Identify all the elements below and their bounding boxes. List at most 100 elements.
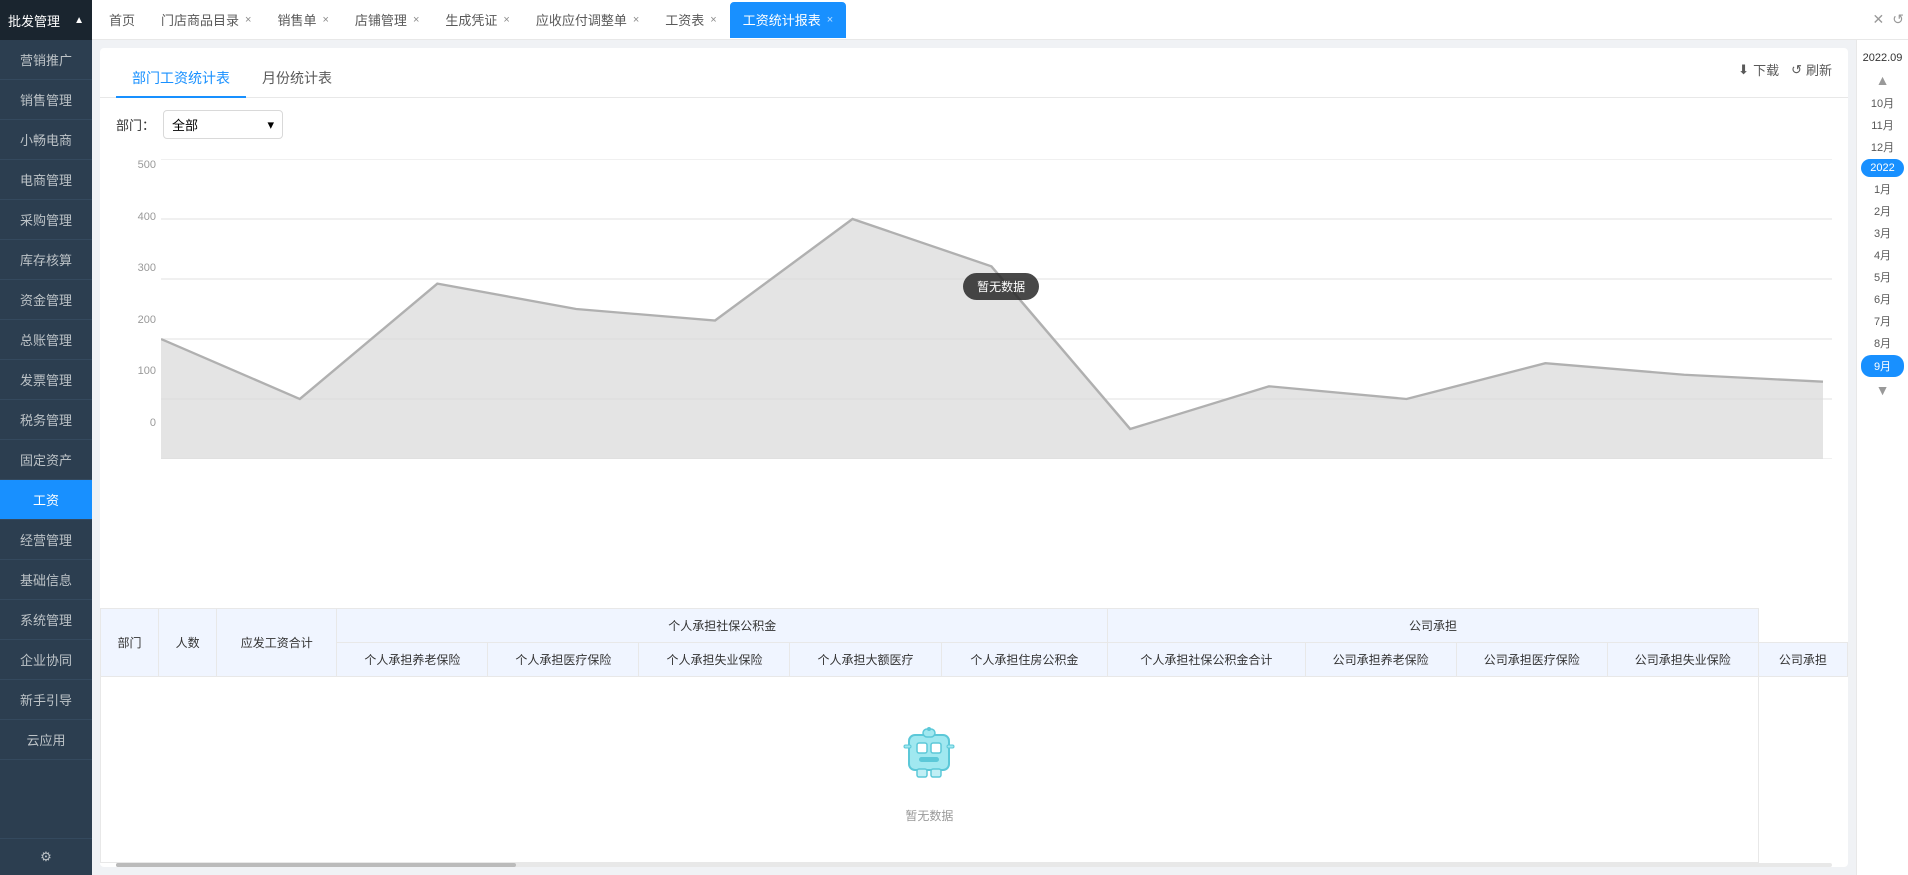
th-total-salary: 应发工资合计: [217, 609, 337, 677]
department-select[interactable]: 全部 ▾: [163, 110, 283, 139]
tab-label: 门店商品目录: [161, 10, 239, 29]
sidebar-item-采购管理[interactable]: 采购管理: [0, 200, 92, 240]
chart-tooltip-text: 暂无数据: [977, 280, 1025, 294]
sidebar-item-总账管理[interactable]: 总账管理: [0, 320, 92, 360]
tab-生成凭证[interactable]: 生成凭证 ×: [432, 2, 522, 38]
scrollbar-thumb: [116, 863, 516, 867]
timeline-up-arrow[interactable]: ▲: [1876, 68, 1890, 92]
th-company-other: 公司承担: [1758, 643, 1847, 677]
refresh-button[interactable]: ↺ 刷新: [1791, 60, 1832, 79]
tab-close-btn[interactable]: ×: [503, 14, 509, 26]
sidebar-item-税务管理[interactable]: 税务管理: [0, 400, 92, 440]
sidebar-item-发票管理[interactable]: 发票管理: [0, 360, 92, 400]
sidebar-item-基础信息[interactable]: 基础信息: [0, 560, 92, 600]
timeline-current-label: 2022.09: [1857, 48, 1908, 68]
timeline-item-7月[interactable]: 7月: [1857, 310, 1908, 332]
tab-close-btn[interactable]: ×: [413, 14, 419, 26]
tab-close-btn[interactable]: ×: [322, 14, 328, 26]
th-personal-unemployment: 个人承担失业保险: [639, 643, 790, 677]
timeline-item-2月[interactable]: 2月: [1857, 200, 1908, 222]
tab-应收应付调整单[interactable]: 应收应付调整单 ×: [523, 2, 652, 38]
th-personal-medical: 个人承担医疗保险: [488, 643, 639, 677]
main-area: 首页门店商品目录×销售单×店铺管理×生成凭证×应收应付调整单×工资表×工资统计报…: [92, 0, 1908, 875]
sidebar-item-云应用[interactable]: 云应用: [0, 720, 92, 760]
chart-inner: 暂无数据: [161, 159, 1832, 459]
y-label-100: 100: [116, 365, 156, 377]
tab-close-btn[interactable]: ×: [633, 14, 639, 26]
timeline-item-11月[interactable]: 11月: [1857, 114, 1908, 136]
sidebar-item-企业协同[interactable]: 企业协同: [0, 640, 92, 680]
timeline-item-10月[interactable]: 10月: [1857, 92, 1908, 114]
chart-tooltip: 暂无数据: [963, 273, 1039, 300]
sub-tab-部门工资统计表[interactable]: 部门工资统计表: [116, 60, 246, 98]
sidebar-item-营销推广[interactable]: 营销推广: [0, 40, 92, 80]
timeline-items: 10月11月12月20221月2月3月4月5月6月7月8月9月: [1857, 92, 1908, 378]
sidebar-item-系统管理[interactable]: 系统管理: [0, 600, 92, 640]
timeline-item-5月[interactable]: 5月: [1857, 266, 1908, 288]
timeline-item-12月[interactable]: 12月: [1857, 136, 1908, 158]
sidebar-item-新手引导[interactable]: 新手引导: [0, 680, 92, 720]
sidebar-header[interactable]: 批发管理 ▲: [0, 0, 92, 40]
th-company-medical: 公司承担医疗保险: [1456, 643, 1607, 677]
download-button[interactable]: ⬇ 下载: [1738, 60, 1779, 79]
timeline-down-arrow[interactable]: ▼: [1876, 378, 1890, 402]
filter-row: 部门： 全部 ▾: [100, 98, 1848, 151]
sub-tab-月份统计表[interactable]: 月份统计表: [246, 60, 348, 98]
tab-首页[interactable]: 首页: [96, 2, 148, 38]
sub-tabs: 部门工资统计表月份统计表 ⬇ 下载 ↺ 刷新: [100, 48, 1848, 98]
scrollbar[interactable]: [116, 863, 1832, 867]
sidebar-item-资金管理[interactable]: 资金管理: [0, 280, 92, 320]
content-wrapper: 部门工资统计表月份统计表 ⬇ 下载 ↺ 刷新 部门： 全部 ▾: [92, 40, 1908, 875]
timeline-item-9月[interactable]: 9月: [1861, 355, 1904, 377]
timeline-item-6月[interactable]: 6月: [1857, 288, 1908, 310]
sidebar-item-固定资产[interactable]: 固定资产: [0, 440, 92, 480]
sidebar-title: 批发管理: [8, 11, 60, 30]
timeline-year-label: 2022.09: [1863, 52, 1903, 64]
th-count: 人数: [159, 609, 217, 677]
tab-label: 工资表: [665, 10, 704, 29]
toolbar: ⬇ 下载 ↺ 刷新: [1738, 60, 1832, 79]
close-all-icon[interactable]: ✕: [1873, 11, 1885, 28]
tab-店铺管理[interactable]: 店铺管理 ×: [342, 2, 432, 38]
tab-销售单[interactable]: 销售单×: [264, 2, 341, 38]
sidebar-settings[interactable]: ⚙: [0, 838, 92, 875]
timeline-item-4月[interactable]: 4月: [1857, 244, 1908, 266]
timeline-item-2022[interactable]: 2022: [1861, 159, 1904, 177]
download-label: 下载: [1753, 60, 1779, 79]
tab-close-btn[interactable]: ×: [245, 14, 251, 26]
tab-工资统计报表[interactable]: 工资统计报表×: [730, 2, 846, 38]
tab-label: 店铺管理: [355, 10, 407, 29]
content-panel: 部门工资统计表月份统计表 ⬇ 下载 ↺ 刷新 部门： 全部 ▾: [100, 48, 1848, 867]
empty-robot-icon: [889, 715, 969, 795]
data-table: 部门 人数 应发工资合计 个人承担社保公积金 公司承担 个人承担养老保险 个人承…: [100, 608, 1848, 863]
table-area: 部门 人数 应发工资合计 个人承担社保公积金 公司承担 个人承担养老保险 个人承…: [100, 608, 1848, 867]
tab-close-btn[interactable]: ×: [827, 14, 833, 26]
tab-label: 应收应付调整单: [536, 10, 627, 29]
sidebar-item-电商管理[interactable]: 电商管理: [0, 160, 92, 200]
th-personal-total: 个人承担社保公积金合计: [1108, 643, 1306, 677]
y-label-300: 300: [116, 262, 156, 274]
sidebar-item-经营管理[interactable]: 经营管理: [0, 520, 92, 560]
tab-bar: 首页门店商品目录×销售单×店铺管理×生成凭证×应收应付调整单×工资表×工资统计报…: [92, 0, 1908, 40]
sidebar-collapse-arrow: ▲: [74, 15, 84, 26]
sidebar-item-库存核算[interactable]: 库存核算: [0, 240, 92, 280]
empty-state: 暂无数据: [111, 685, 1748, 854]
tab-label: 生成凭证: [445, 10, 497, 29]
refresh-tabs-icon[interactable]: ↺: [1892, 11, 1904, 28]
y-label-200: 200: [116, 314, 156, 326]
sidebar-item-工资[interactable]: 工资: [0, 480, 92, 520]
timeline-item-8月[interactable]: 8月: [1857, 332, 1908, 354]
sidebar-item-销售管理[interactable]: 销售管理: [0, 80, 92, 120]
th-department: 部门: [101, 609, 159, 677]
tab-close-btn[interactable]: ×: [710, 14, 716, 26]
tab-工资表[interactable]: 工资表 ×: [652, 2, 729, 38]
timeline-item-1月[interactable]: 1月: [1857, 178, 1908, 200]
y-label-0: 0: [116, 417, 156, 429]
table-header-row1: 部门 人数 应发工资合计 个人承担社保公积金 公司承担: [101, 609, 1848, 643]
sidebar-item-小畅电商[interactable]: 小畅电商: [0, 120, 92, 160]
tab-门店商品目录[interactable]: 门店商品目录 ×: [148, 2, 264, 38]
tab-items: 首页门店商品目录×销售单×店铺管理×生成凭证×应收应付调整单×工资表×工资统计报…: [96, 2, 1865, 38]
timeline-item-3月[interactable]: 3月: [1857, 222, 1908, 244]
empty-cell: 暂无数据: [101, 677, 1759, 863]
gear-icon: ⚙: [40, 849, 52, 864]
